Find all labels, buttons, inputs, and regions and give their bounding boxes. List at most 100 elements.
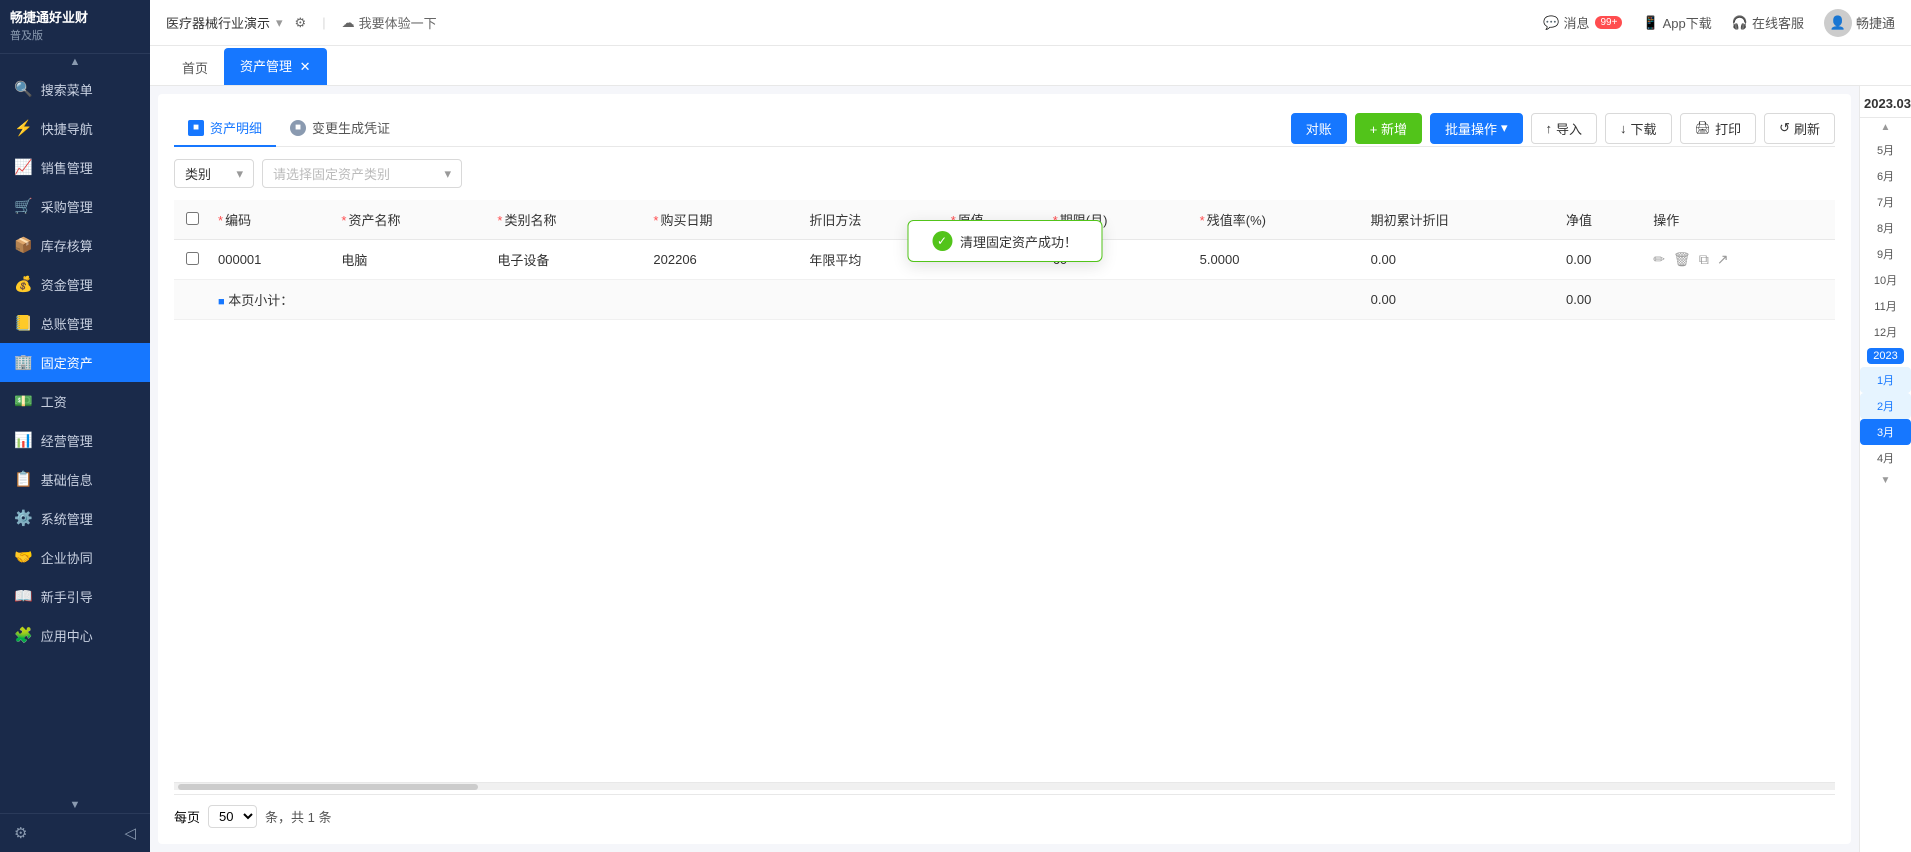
sidebar-scroll-up[interactable]: ▲ — [0, 54, 150, 70]
row-name: 电脑 — [333, 240, 489, 280]
sidebar-menu: 🔍 搜索菜单 ⚡ 快捷导航 📈 销售管理 🛒 采购管理 📦 库存核算 💰 资金管… — [0, 70, 150, 797]
sidebar-item-fixed-assets[interactable]: 🏢 固定资产 — [0, 343, 150, 382]
settings-gear-icon[interactable]: ⚙ — [295, 15, 307, 31]
sidebar-item-label-sales: 销售管理 — [41, 158, 93, 177]
right-panel-toggle[interactable]: ◁ — [1859, 236, 1860, 276]
horizontal-scrollbar[interactable] — [174, 782, 1835, 790]
cal-month-10[interactable]: 10月 — [1860, 267, 1911, 293]
calendar-nav-bottom: ▼ — [1860, 471, 1911, 490]
cal-month-5[interactable]: 5月 — [1860, 137, 1911, 163]
row-purchase-date: 202206 — [645, 240, 801, 280]
quick-nav-icon: ⚡ — [14, 119, 33, 137]
basic-info-icon: 📋 — [14, 470, 33, 488]
sidebar-item-app-center[interactable]: 🧩 应用中心 — [0, 616, 150, 655]
cal-month-7[interactable]: 7月 — [1860, 189, 1911, 215]
calendar-year-month: 2023.03 — [1864, 96, 1911, 111]
sub-tab-change-voucher[interactable]: ■ 变更生成凭证 — [276, 110, 404, 147]
batch-ops-button[interactable]: 批量操作 ▾ — [1430, 113, 1523, 144]
calendar-down-btn[interactable]: ▼ — [1881, 475, 1891, 486]
sidebar-item-label-app-center: 应用中心 — [41, 626, 93, 645]
change-voucher-icon: ■ — [290, 120, 306, 136]
row-checkbox[interactable] — [186, 252, 199, 265]
message-icon: 💬 — [1543, 15, 1559, 31]
category-type-label: 类别 — [185, 164, 211, 183]
collapse-icon[interactable]: ◁ — [124, 824, 136, 842]
sales-icon: 📈 — [14, 158, 33, 176]
funds-icon: 💰 — [14, 275, 33, 293]
sidebar-item-operations[interactable]: 📊 经营管理 — [0, 421, 150, 460]
cal-month-9[interactable]: 9月 — [1860, 241, 1911, 267]
inventory-icon: 📦 — [14, 236, 33, 254]
scrollbar-thumb — [178, 784, 478, 790]
per-page-select[interactable]: 50 — [208, 805, 257, 828]
sidebar-item-label-system: 系统管理 — [41, 509, 93, 528]
header-actions: 操作 — [1645, 200, 1835, 240]
online-service-button[interactable]: 🎧 在线客服 — [1732, 13, 1804, 32]
sub-tab-asset-detail[interactable]: ■ 资产明细 — [174, 110, 276, 147]
cal-month-12[interactable]: 12月 — [1860, 319, 1911, 345]
messages-button[interactable]: 💬 消息 99+ — [1543, 13, 1622, 32]
cal-month-8[interactable]: 8月 — [1860, 215, 1911, 241]
content-wrapper: ■ 资产明细 ■ 变更生成凭证 对账 + 新增 批量操作 ▾ — [150, 86, 1859, 852]
sidebar-item-search[interactable]: 🔍 搜索菜单 — [0, 70, 150, 109]
refresh-button[interactable]: ↺ 刷新 — [1764, 113, 1835, 144]
sidebar-item-system[interactable]: ⚙️ 系统管理 — [0, 499, 150, 538]
row-category: 电子设备 — [489, 240, 645, 280]
search-icon: 🔍 — [14, 80, 33, 98]
pagination: 每页 50 条，共 1 条 — [174, 794, 1835, 828]
reconcile-button[interactable]: 对账 — [1291, 113, 1347, 144]
header-residual-rate: *残值率(%) — [1192, 200, 1363, 240]
sidebar-item-inventory[interactable]: 📦 库存核算 — [0, 226, 150, 265]
download-button[interactable]: ↓ 下载 — [1605, 113, 1672, 144]
cal-month-4[interactable]: 4月 — [1860, 445, 1911, 471]
experience-label: 我要体验一下 — [359, 13, 437, 32]
delete-icon[interactable]: 🗑 — [1673, 251, 1691, 268]
import-button[interactable]: ↑ 导入 — [1531, 113, 1598, 144]
success-toast: ✓ 清理固定资产成功！ — [907, 220, 1102, 262]
avatar-icon: 👤 — [1830, 15, 1846, 31]
category-type-select[interactable]: 类别 ▾ — [174, 159, 254, 188]
calendar-up-btn[interactable]: ▲ — [1881, 122, 1891, 133]
app-download-icon: 📱 — [1642, 15, 1658, 31]
copy-icon[interactable]: ⧉ — [1699, 251, 1709, 268]
app-download-button[interactable]: 📱 App下载 — [1642, 13, 1711, 32]
cal-month-1[interactable]: 1月 — [1860, 367, 1911, 393]
sidebar-scroll-down[interactable]: ▼ — [0, 797, 150, 813]
sidebar-item-payroll[interactable]: 💵 工资 — [0, 382, 150, 421]
page-content: ■ 资产明细 ■ 变更生成凭证 对账 + 新增 批量操作 ▾ — [158, 94, 1851, 844]
sub-tab-asset-detail-label: 资产明细 — [210, 118, 262, 137]
cal-month-11[interactable]: 11月 — [1860, 293, 1911, 319]
tab-close-icon[interactable]: ✕ — [300, 59, 311, 74]
import-label: 导入 — [1556, 119, 1582, 138]
cal-month-2[interactable]: 2月 — [1860, 393, 1911, 419]
sidebar-item-ledger[interactable]: 📒 总账管理 — [0, 304, 150, 343]
company-selector[interactable]: 医疗器械行业演示 ▾ — [166, 13, 283, 32]
cal-month-6[interactable]: 6月 — [1860, 163, 1911, 189]
edit-icon[interactable]: ✏ — [1653, 251, 1665, 268]
user-menu[interactable]: 👤 畅捷通 — [1824, 9, 1895, 37]
category-type-arrow: ▾ — [236, 166, 243, 182]
settings-icon[interactable]: ⚙ — [14, 824, 27, 842]
refresh-icon: ↺ — [1779, 120, 1790, 136]
more-icon[interactable]: ↗ — [1717, 251, 1729, 268]
sidebar-item-guide[interactable]: 📖 新手引导 — [0, 577, 150, 616]
sub-tabs: ■ 资产明细 ■ 变更生成凭证 对账 + 新增 批量操作 ▾ — [174, 110, 1835, 147]
sidebar-item-sales[interactable]: 📈 销售管理 — [0, 148, 150, 187]
print-label: 打印 — [1715, 119, 1741, 138]
tab-home[interactable]: 首页 — [166, 50, 224, 85]
sidebar-item-funds[interactable]: 💰 资金管理 — [0, 265, 150, 304]
cal-month-3[interactable]: 3月 — [1860, 419, 1911, 445]
import-icon: ↑ — [1546, 121, 1553, 136]
sidebar-item-quick-nav[interactable]: ⚡ 快捷导航 — [0, 109, 150, 148]
add-new-button[interactable]: + 新增 — [1355, 113, 1422, 144]
tab-assets[interactable]: 资产管理 ✕ — [224, 48, 327, 85]
select-all-checkbox[interactable] — [186, 212, 199, 225]
category-filter-input[interactable]: 请选择固定资产类别 ▾ — [262, 159, 462, 188]
experience-icon: ☁ — [342, 15, 355, 31]
print-button[interactable]: 🖨 打印 — [1680, 113, 1757, 144]
sidebar-item-basic-info[interactable]: 📋 基础信息 — [0, 460, 150, 499]
sidebar-item-enterprise[interactable]: 🤝 企业协同 — [0, 538, 150, 577]
sidebar-item-purchase[interactable]: 🛒 采购管理 — [0, 187, 150, 226]
experience-button[interactable]: ☁ 我要体验一下 — [342, 13, 437, 32]
batch-ops-label: 批量操作 — [1445, 119, 1497, 138]
